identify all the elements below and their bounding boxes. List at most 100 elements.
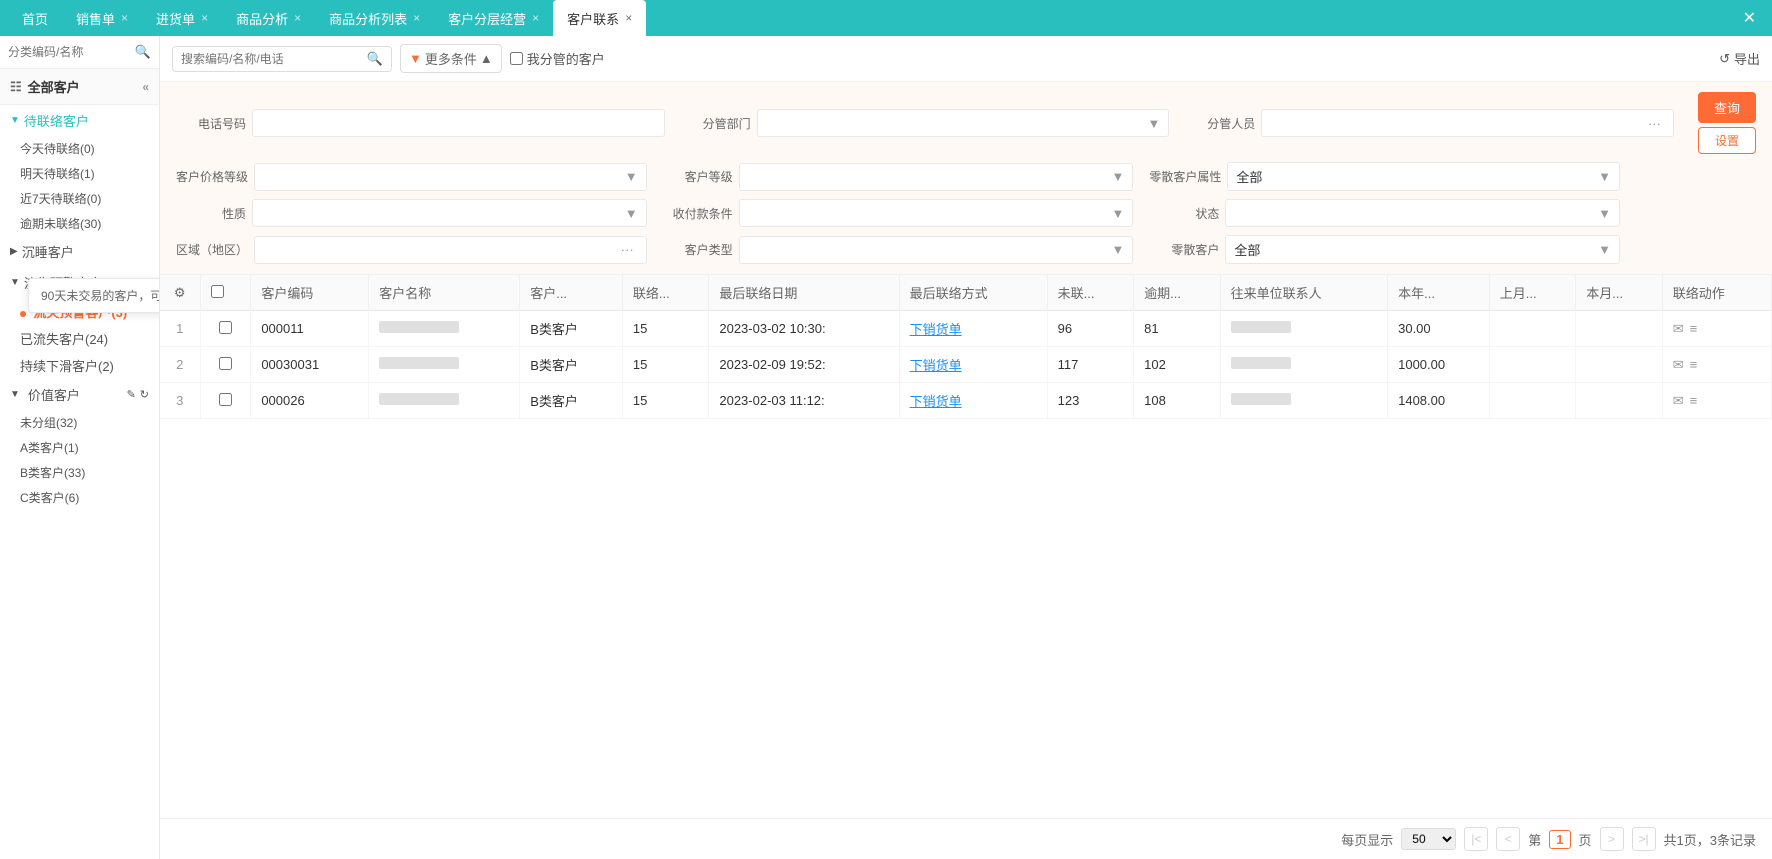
row-actions[interactable]: ✉ ≡ [1662,383,1771,419]
manager-dots[interactable]: ··· [1644,116,1665,131]
sidebar-item-tomorrow[interactable]: 明天待联络(1) [0,161,159,186]
close-tab-analysis[interactable]: × [294,11,301,25]
sidebar-search-icon[interactable]: 🔍 [135,44,151,60]
customer-type-arrow: ▼ [1111,242,1124,257]
prev-page-button[interactable]: < [1496,827,1520,851]
dept-select[interactable]: ▼ [757,109,1170,137]
sidebar-item-already-churn[interactable]: 已流失客户(24) [0,325,159,352]
filter-payment: 收付款条件 ▼ [663,199,1134,227]
row-checkbox[interactable] [200,383,251,419]
sidebar-collapse-icon[interactable]: « [142,80,149,94]
my-customers-checkbox-wrap[interactable]: 我分管的客户 [510,49,605,68]
close-tab-customer-contact[interactable]: × [625,11,632,25]
row-actions[interactable]: ✉ ≡ [1662,347,1771,383]
sidebar-group-dormant[interactable]: ▶ 沉睡客户 [0,236,159,267]
col-checkbox[interactable] [200,275,251,311]
sidebar: 🔍 ☷ 全部客户 « ▼ 待联络客户 今天待联络(0) 明天待联络(1) 近7天… [0,36,160,859]
more-action-icon[interactable]: ≡ [1690,393,1698,409]
select-all-checkbox[interactable] [211,285,224,298]
row-actions[interactable]: ✉ ≡ [1662,311,1771,347]
last-method-link[interactable]: 下销货单 [910,394,962,409]
table-row: 1 000011 B类客户 15 2023-03-02 10:30: 下销货单 … [160,311,1772,347]
search-button-icon[interactable]: 🔍 [367,51,383,67]
filter-row-3: 性质 ▼ 收付款条件 ▼ 状态 [176,199,1756,227]
contact-icon[interactable]: ✉ [1673,321,1684,337]
export-button[interactable]: ↺ 导出 [1719,49,1760,68]
sidebar-item-b-class[interactable]: B类客户(33) [0,460,159,485]
phone-input[interactable] [252,109,665,137]
tab-analysis[interactable]: 商品分析 × [222,0,315,36]
row-select-checkbox[interactable] [219,393,232,406]
row-select-checkbox[interactable] [219,321,232,334]
contact-icon[interactable]: ✉ [1673,393,1684,409]
tab-purchase[interactable]: 进货单 × [142,0,222,36]
customer-type-select[interactable]: ▼ [739,236,1134,264]
price-level-select[interactable]: ▼ [254,163,647,191]
more-conditions-button[interactable]: ▼ 更多条件 ▲ [400,44,502,73]
dormant-tooltip: 90天未交易的客户，可能有流失风险。 [28,278,160,313]
page-size-select[interactable]: 50 100 200 [1401,828,1456,850]
gender-select[interactable]: ▼ [252,199,647,227]
tab-home[interactable]: 首页 [8,9,62,28]
sidebar-item-today[interactable]: 今天待联络(0) [0,136,159,161]
tab-customer-contact[interactable]: 客户联系 × [553,0,646,36]
tab-sales[interactable]: 销售单 × [62,0,142,36]
level-arrow: ▼ [1111,169,1124,184]
settings-button[interactable]: 设置 [1698,127,1756,154]
manager-select[interactable]: ··· [1261,109,1674,137]
contact-icon[interactable]: ✉ [1673,357,1684,373]
sidebar-item-7days[interactable]: 近7天待联络(0) [0,186,159,211]
sidebar-item-c-class[interactable]: C类客户(6) [0,485,159,510]
filter-zero-attr: 零散客户属性 全部 ▼ [1149,162,1620,191]
filter-icon: ▼ [409,51,422,66]
sidebar-item-overdue[interactable]: 逾期未联络(30) [0,211,159,236]
row-checkbox[interactable] [200,311,251,347]
sidebar-group-value[interactable]: ▼ 价值客户 ✎ ↻ [0,379,159,410]
region-select[interactable]: ··· [254,236,647,264]
level-select[interactable]: ▼ [739,163,1134,191]
tab-customer-layer[interactable]: 客户分层经营 × [434,0,553,36]
arrow-down3-icon: ▼ [10,389,20,400]
region-dots[interactable]: ··· [617,242,638,257]
row-last-method[interactable]: 下销货单 [899,347,1047,383]
last-method-link[interactable]: 下销货单 [910,358,962,373]
window-close-button[interactable]: ✕ [1735,8,1764,28]
sidebar-item-declining[interactable]: 持续下滑客户(2) [0,352,159,379]
sidebar-group-pending[interactable]: ▼ 待联络客户 [0,105,159,136]
col-code: 客户编码 [251,275,369,311]
last-method-link[interactable]: 下销货单 [910,322,962,337]
settings-gear-icon[interactable]: ⚙ [174,285,186,300]
last-page-button[interactable]: >| [1632,827,1656,851]
row-select-checkbox[interactable] [219,357,232,370]
sidebar-item-ungrouped[interactable]: 未分组(32) [0,410,159,435]
close-tab-sales[interactable]: × [121,11,128,25]
first-page-button[interactable]: |< [1464,827,1488,851]
filter-actions: 查询 设置 [1698,92,1756,154]
close-tab-purchase[interactable]: × [201,11,208,25]
query-button[interactable]: 查询 [1698,92,1756,123]
close-tab-customer-layer[interactable]: × [532,11,539,25]
col-settings[interactable]: ⚙ [160,275,200,311]
close-tab-analysis-list[interactable]: × [413,11,420,25]
sidebar-search-input[interactable] [8,45,131,59]
payment-select[interactable]: ▼ [739,199,1134,227]
value-edit-icon[interactable]: ✎ [127,388,136,401]
search-input[interactable] [181,52,367,66]
more-action-icon[interactable]: ≡ [1690,321,1698,337]
pagination-bar: 每页显示 50 100 200 |< < 第 1 页 > >| 共1页，3条记录 [160,818,1772,859]
value-refresh-icon[interactable]: ↻ [140,388,149,401]
status-select[interactable]: ▼ [1225,199,1620,227]
filter-zero-customer: 零散客户 全部 ▼ [1149,235,1620,264]
chevron-up-icon: ▲ [480,51,493,66]
more-action-icon[interactable]: ≡ [1690,357,1698,373]
col-action: 联络动作 [1662,275,1771,311]
row-last-method[interactable]: 下销货单 [899,383,1047,419]
row-checkbox[interactable] [200,347,251,383]
my-customers-checkbox[interactable] [510,52,523,65]
zero-attr-select[interactable]: 全部 ▼ [1227,162,1620,191]
row-last-method[interactable]: 下销货单 [899,311,1047,347]
next-page-button[interactable]: > [1600,827,1624,851]
sidebar-item-a-class[interactable]: A类客户(1) [0,435,159,460]
zero-customer-select[interactable]: 全部 ▼ [1225,235,1620,264]
tab-analysis-list[interactable]: 商品分析列表 × [315,0,434,36]
